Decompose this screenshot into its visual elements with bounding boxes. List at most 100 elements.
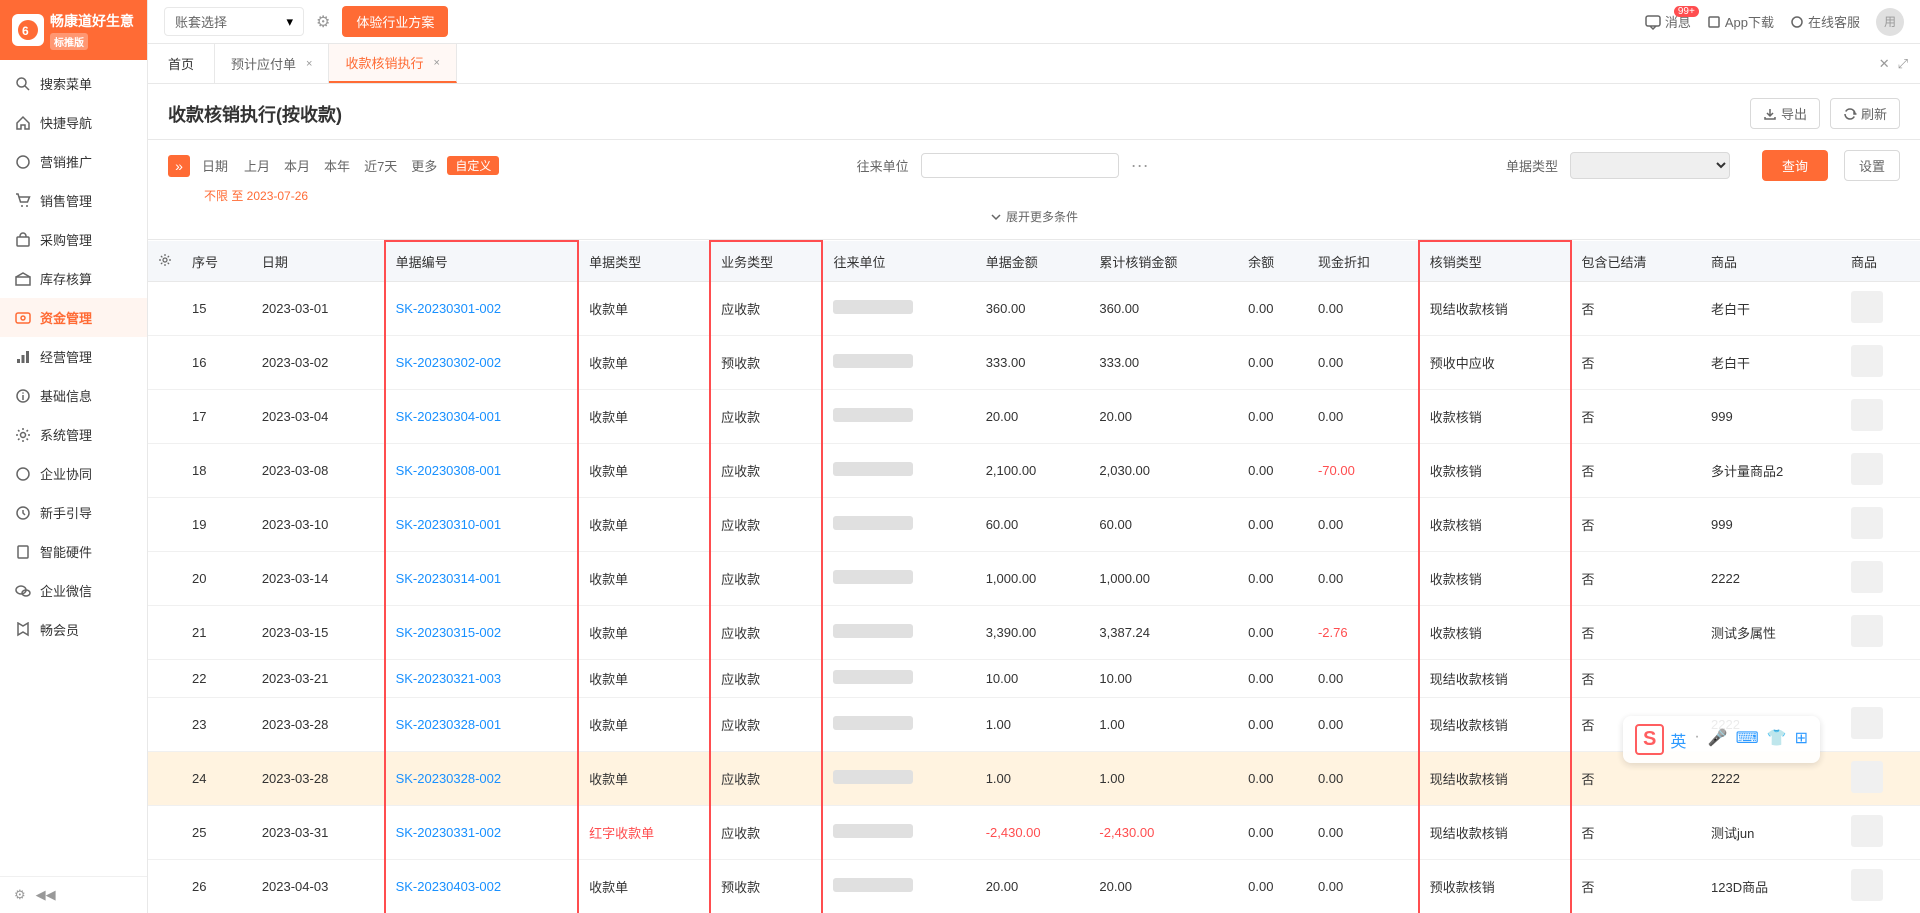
- voucher-no-link[interactable]: SK-20230310-001: [396, 517, 502, 532]
- sidebar-item-label: 畅会员: [40, 620, 79, 639]
- voucher-no-link[interactable]: SK-20230304-001: [396, 409, 502, 424]
- cell-voucher-no[interactable]: SK-20230328-002: [385, 752, 579, 806]
- sidebar-item-purchase[interactable]: 采购管理: [0, 220, 147, 259]
- watermark-icon-1: 英: [1670, 728, 1686, 752]
- sidebar-item-sales[interactable]: 销售管理: [0, 181, 147, 220]
- home-icon: [14, 114, 32, 132]
- cell-product: 测试jun: [1701, 806, 1841, 860]
- messages-action[interactable]: 消息 99+: [1645, 12, 1691, 31]
- sidebar-item-finance[interactable]: 资金管理: [0, 298, 147, 337]
- refresh-button[interactable]: 刷新: [1830, 98, 1900, 129]
- voucher-no-link[interactable]: SK-20230302-002: [396, 355, 502, 370]
- chevron-down-icon: ▾: [286, 14, 293, 30]
- sidebar-item-quicknav[interactable]: 快捷导航: [0, 103, 147, 142]
- th-settings[interactable]: [148, 241, 182, 282]
- expand-conditions-button[interactable]: 展开更多条件: [990, 208, 1078, 225]
- date-btn-last-month[interactable]: 上月: [240, 154, 274, 177]
- sidebar-item-label: 销售管理: [40, 191, 92, 210]
- cell-voucher-no[interactable]: SK-20230328-001: [385, 698, 579, 752]
- sidebar-item-enterprise[interactable]: 企业协同: [0, 454, 147, 493]
- messages-badge: 99+: [1674, 6, 1699, 17]
- voucher-no-link[interactable]: SK-20230301-002: [396, 301, 502, 316]
- voucher-no-link[interactable]: SK-20230328-001: [396, 717, 502, 732]
- date-btn-this-month[interactable]: 本月: [280, 154, 314, 177]
- collapse-btn[interactable]: ◀◀: [36, 887, 56, 903]
- voucher-no-link[interactable]: SK-20230331-002: [396, 825, 502, 840]
- export-button[interactable]: 导出: [1750, 98, 1820, 129]
- query-button[interactable]: 查询: [1762, 150, 1828, 181]
- tab-pre-payment-close[interactable]: ×: [306, 58, 312, 70]
- logo-text: 畅康道好生意 标推版: [50, 11, 134, 50]
- cell-voucher-no[interactable]: SK-20230321-003: [385, 660, 579, 698]
- cell-voucher-no[interactable]: SK-20230301-002: [385, 282, 579, 336]
- cell-business-unit: [822, 606, 975, 660]
- sidebar-item-marketing[interactable]: 营销推广: [0, 142, 147, 181]
- voucher-no-link[interactable]: SK-20230308-001: [396, 463, 502, 478]
- voucher-no-link[interactable]: SK-20230315-002: [396, 625, 502, 640]
- watermark-icon-2: ·: [1694, 728, 1699, 752]
- table-row: 192023-03-10SK-20230310-001收款单应收款60.0060…: [148, 498, 1920, 552]
- cell-write-off-amount: 1,000.00: [1089, 552, 1238, 606]
- cell-amount: 1,000.00: [976, 552, 1090, 606]
- cell-voucher-no[interactable]: SK-20230308-001: [385, 444, 579, 498]
- cell-voucher-no[interactable]: SK-20230403-002: [385, 860, 579, 913]
- setting-button[interactable]: 设置: [1844, 150, 1900, 181]
- th-balance: 余额: [1238, 241, 1308, 282]
- cell-voucher-no[interactable]: SK-20230302-002: [385, 336, 579, 390]
- filter-dots[interactable]: ···: [1131, 155, 1149, 176]
- voucher-no-link[interactable]: SK-20230321-003: [396, 671, 502, 686]
- cell-voucher-no[interactable]: SK-20230314-001: [385, 552, 579, 606]
- voucher-no-link[interactable]: SK-20230328-002: [396, 771, 502, 786]
- cell-business-unit: [822, 444, 975, 498]
- sidebar-item-wechat[interactable]: 企业微信: [0, 571, 147, 610]
- sidebar-logo: 6 畅康道好生意 标推版: [0, 0, 147, 60]
- date-btn-more[interactable]: 更多: [407, 154, 441, 177]
- tab-pre-payment[interactable]: 预计应付单 ×: [215, 44, 329, 83]
- th-product: 商品: [1701, 241, 1841, 282]
- tab-home[interactable]: 首页: [148, 44, 215, 83]
- cell-voucher-no[interactable]: SK-20230304-001: [385, 390, 579, 444]
- cell-cash-discount: 0.00: [1308, 860, 1419, 913]
- account-selector[interactable]: 账套选择 ▾: [164, 7, 304, 36]
- sidebar-item-member[interactable]: 畅会员: [0, 610, 147, 649]
- filter-voucher-type-select[interactable]: [1570, 152, 1730, 179]
- sidebar-item-system[interactable]: 系统管理: [0, 415, 147, 454]
- tab-collection-write-off-close[interactable]: ×: [433, 57, 439, 69]
- settings-bottom-btn[interactable]: ⚙: [14, 887, 26, 903]
- cell-voucher-no[interactable]: SK-20230331-002: [385, 806, 579, 860]
- expand-row: 展开更多条件: [168, 204, 1900, 229]
- topbar-gear-icon[interactable]: ⚙: [316, 12, 330, 32]
- date-btn-7days[interactable]: 近7天: [360, 154, 401, 177]
- cell-voucher-no[interactable]: SK-20230315-002: [385, 606, 579, 660]
- tab-collection-write-off[interactable]: 收款核销执行 ×: [329, 44, 456, 83]
- sidebar-item-hardware[interactable]: 智能硬件: [0, 532, 147, 571]
- date-custom-button[interactable]: 自定义: [447, 156, 499, 175]
- tab-close-all-icon[interactable]: ✕: [1879, 56, 1890, 72]
- tab-maximize-icon[interactable]: ⤢: [1898, 56, 1908, 72]
- cell-date: 2023-03-10: [252, 498, 385, 552]
- box-icon: [14, 231, 32, 249]
- online-service-action[interactable]: 在线客服: [1790, 12, 1860, 31]
- cell-write-off-amount: 360.00: [1089, 282, 1238, 336]
- app-download-action[interactable]: App下载: [1707, 12, 1774, 31]
- cell-product-img: [1841, 552, 1920, 606]
- sidebar-item-basic[interactable]: 基础信息: [0, 376, 147, 415]
- table-wrapper[interactable]: 序号 日期 单据编号 单据类型 业务类型 往来单位 单据金额 累计核销金额 余额…: [148, 240, 1920, 913]
- cell-voucher-no[interactable]: SK-20230310-001: [385, 498, 579, 552]
- sidebar-item-guide[interactable]: 新手引导: [0, 493, 147, 532]
- filter-toggle-button[interactable]: »: [168, 155, 190, 177]
- voucher-no-link[interactable]: SK-20230314-001: [396, 571, 502, 586]
- cell-cash-discount: 0.00: [1308, 552, 1419, 606]
- voucher-no-link[interactable]: SK-20230403-002: [396, 879, 502, 894]
- sidebar-item-inventory[interactable]: 库存核算: [0, 259, 147, 298]
- cell-business-type: 应收款: [710, 660, 822, 698]
- sidebar-item-operations[interactable]: 经营管理: [0, 337, 147, 376]
- cell-amount: 360.00: [976, 282, 1090, 336]
- cell-include-settled: 否: [1571, 390, 1702, 444]
- user-avatar[interactable]: 用: [1876, 8, 1904, 36]
- page-header-actions: 导出 刷新: [1750, 98, 1900, 129]
- filter-business-unit-input[interactable]: [921, 153, 1119, 178]
- solution-button[interactable]: 体验行业方案: [342, 6, 448, 37]
- sidebar-item-search[interactable]: 搜索菜单: [0, 64, 147, 103]
- date-btn-this-year[interactable]: 本年: [320, 154, 354, 177]
